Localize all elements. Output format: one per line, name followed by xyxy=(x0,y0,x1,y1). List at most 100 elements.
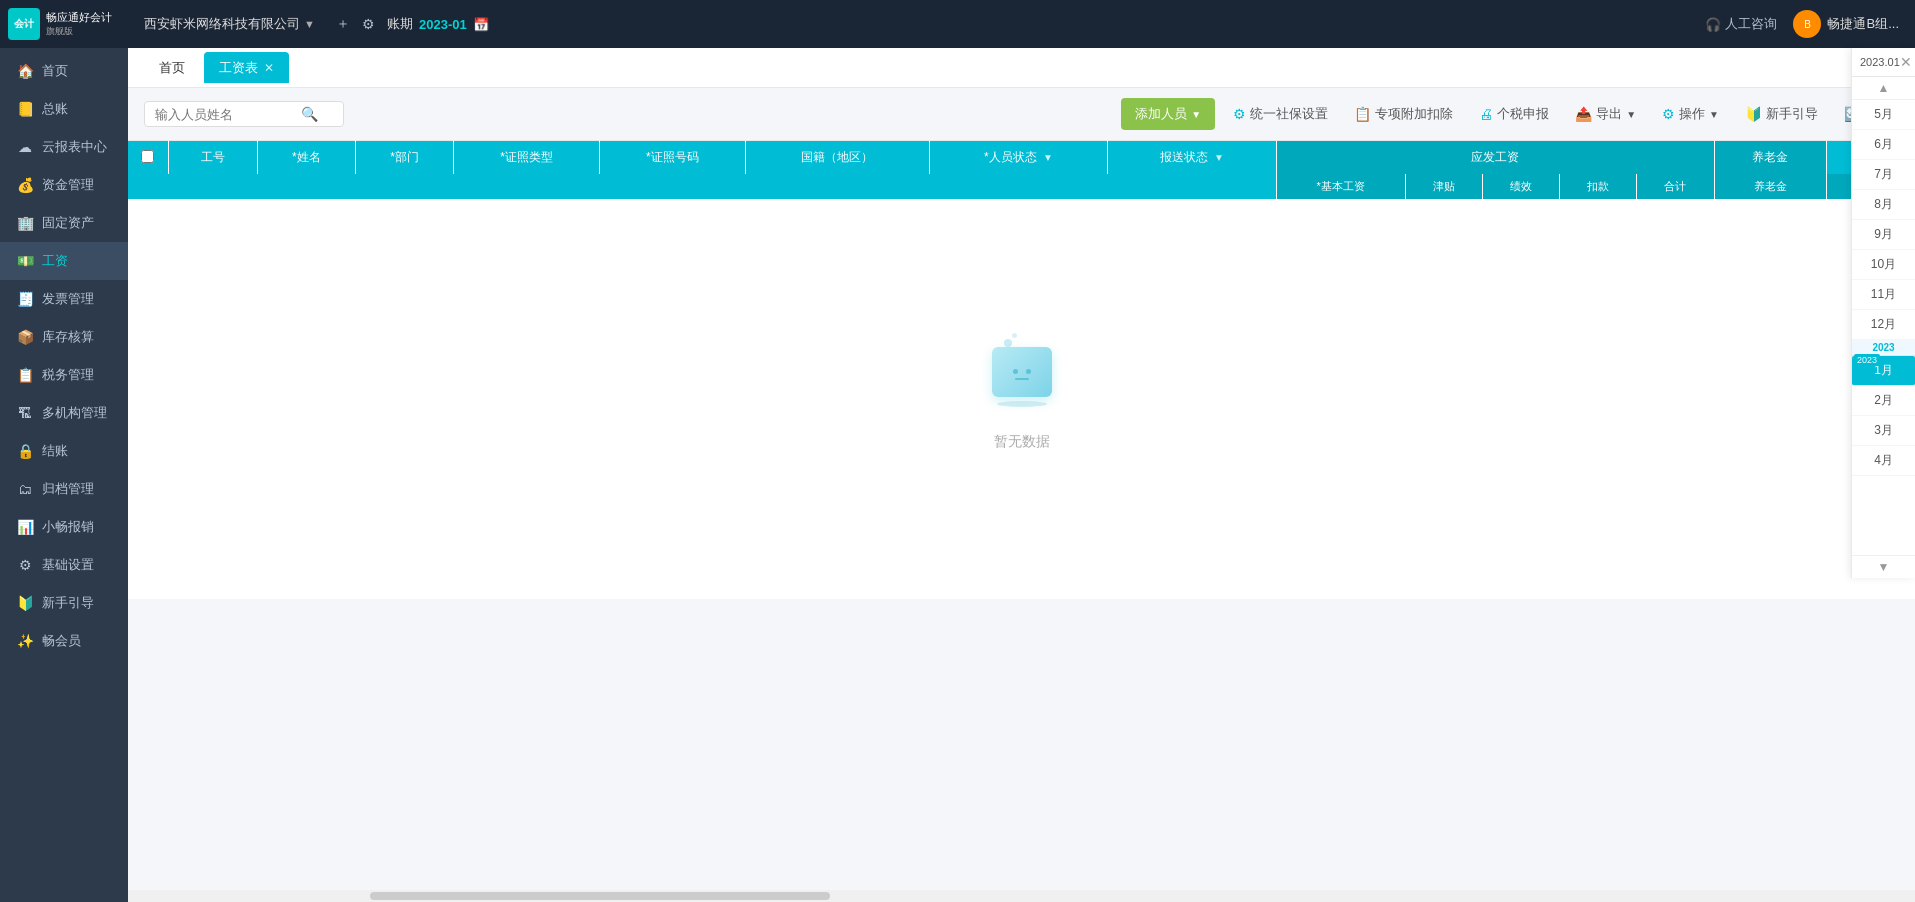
month-item-2[interactable]: 2月 xyxy=(1852,386,1915,416)
month-item-7[interactable]: 7月 xyxy=(1852,160,1915,190)
sidebar-item-multi-org[interactable]: 🏗 多机构管理 xyxy=(0,394,128,432)
smoke-dot-1 xyxy=(1004,339,1012,347)
month-item-10[interactable]: 10月 xyxy=(1852,250,1915,280)
empty-text: 暂无数据 xyxy=(994,433,1050,451)
scrollbar-thumb[interactable] xyxy=(370,892,830,900)
status-filter-icon[interactable]: ▼ xyxy=(1043,152,1053,163)
tab-home-label: 首页 xyxy=(159,59,185,77)
sidebar-item-invoice[interactable]: 🧾 发票管理 xyxy=(0,280,128,318)
tab-home[interactable]: 首页 xyxy=(144,52,200,83)
sidebar-item-label: 云报表中心 xyxy=(42,138,107,156)
sidebar-item-cloud-report[interactable]: ☁ 云报表中心 xyxy=(0,128,128,166)
date-panel-close-button[interactable]: ✕ xyxy=(1900,54,1912,70)
app-name: 畅应通好会计 xyxy=(46,10,112,24)
sidebar-item-label: 固定资产 xyxy=(42,214,94,232)
logo-icon: 会计 xyxy=(8,8,40,40)
month-item-12[interactable]: 12月 xyxy=(1852,310,1915,340)
period-label: 账期 xyxy=(387,15,413,33)
cube-face xyxy=(1002,357,1042,392)
date-panel: 2023.01 ✕ ⤢ ▲ 5月 6月 7月 8月 9月 10月 11月 12 xyxy=(1851,48,1915,578)
company-selector[interactable]: 西安虾米网络科技有限公司 ▼ xyxy=(144,15,324,33)
social-label: 统一社保设置 xyxy=(1250,105,1328,123)
ops-label: 操作 xyxy=(1679,105,1705,123)
export-arrow-icon: ▼ xyxy=(1626,109,1636,120)
sidebar-item-vip[interactable]: ✨ 畅会员 xyxy=(0,622,128,660)
report-filter-icon[interactable]: ▼ xyxy=(1214,152,1224,163)
sidebar-item-expense[interactable]: 📊 小畅报销 xyxy=(0,508,128,546)
month-item-6[interactable]: 6月 xyxy=(1852,130,1915,160)
chevron-down-icon: ▼ xyxy=(1878,560,1890,574)
sidebar-item-label: 库存核算 xyxy=(42,328,94,346)
date-scroll-up-button[interactable]: ▲ xyxy=(1852,77,1915,100)
select-all-checkbox[interactable] xyxy=(141,150,154,163)
social-insurance-button[interactable]: ⚙ 统一社保设置 xyxy=(1225,100,1336,128)
tab-salary-table[interactable]: 工资表 ✕ xyxy=(204,52,289,83)
add-employee-button[interactable]: 添加人员 ▼ xyxy=(1121,98,1215,130)
export-label: 导出 xyxy=(1596,105,1622,123)
calendar-icon[interactable]: 📅 xyxy=(473,17,489,32)
empty-icon xyxy=(982,347,1062,417)
month-item-9[interactable]: 9月 xyxy=(1852,220,1915,250)
month-item-4[interactable]: 4月 xyxy=(1852,446,1915,476)
sidebar-item-guide[interactable]: 🔰 新手引导 xyxy=(0,584,128,622)
tab-close-icon[interactable]: ✕ xyxy=(264,61,274,75)
year-2023-badge: 2023 xyxy=(1854,354,1880,366)
invoice-icon: 🧾 xyxy=(16,290,34,308)
sidebar-item-fund[interactable]: 💰 资金管理 xyxy=(0,166,128,204)
add-dropdown-icon: ▼ xyxy=(1191,109,1201,120)
add-company-button[interactable]: ＋ xyxy=(336,15,350,33)
th-status: *人员状态 ▼ xyxy=(929,141,1107,174)
company-name: 西安虾米网络科技有限公司 xyxy=(144,15,300,33)
settings-button[interactable]: ⚙ xyxy=(362,16,375,32)
sidebar-item-settings[interactable]: ⚙ 基础设置 xyxy=(0,546,128,584)
app-edition: 旗舰版 xyxy=(46,25,112,38)
month-item-1-active[interactable]: 2023 1月 xyxy=(1852,356,1915,386)
th-name: *姓名 xyxy=(257,141,355,174)
smoke-dot-2 xyxy=(1012,333,1017,338)
personal-tax-button[interactable]: 🖨 个税申报 xyxy=(1471,100,1557,128)
user-menu[interactable]: B 畅捷通B组... xyxy=(1793,10,1899,38)
th-pension: 养老金 xyxy=(1714,141,1827,174)
sidebar-item-ledger[interactable]: 📒 总账 xyxy=(0,90,128,128)
vip-icon: ✨ xyxy=(16,632,34,650)
th-id-type: *证照类型 xyxy=(454,141,600,174)
sidebar-item-fixed-asset[interactable]: 🏢 固定资产 xyxy=(0,204,128,242)
sidebar-item-close[interactable]: 🔒 结账 xyxy=(0,432,128,470)
operations-button[interactable]: ⚙ 操作 ▼ xyxy=(1654,100,1727,128)
th-department: *部门 xyxy=(355,141,453,174)
deduction-label: 专项附加扣除 xyxy=(1375,105,1453,123)
horizontal-scrollbar[interactable] xyxy=(128,890,1915,902)
sidebar-item-label: 多机构管理 xyxy=(42,404,107,422)
plus-icon: ＋ xyxy=(336,15,350,33)
special-deduction-button[interactable]: 📋 专项附加扣除 xyxy=(1346,100,1461,128)
sidebar-item-label: 工资 xyxy=(42,252,68,270)
guide-button[interactable]: 🔰 新手引导 xyxy=(1737,100,1826,128)
tax-icon: 📋 xyxy=(16,366,34,384)
month-item-11[interactable]: 11月 xyxy=(1852,280,1915,310)
date-panel-period: 2023.01 xyxy=(1860,56,1900,68)
sidebar-item-inventory[interactable]: 📦 库存核算 xyxy=(0,318,128,356)
month-item-5[interactable]: 5月 xyxy=(1852,100,1915,130)
select-all-th xyxy=(128,141,168,174)
month-label: 9月 xyxy=(1874,226,1893,243)
th-total: 合计 xyxy=(1637,174,1714,199)
month-item-3[interactable]: 3月 xyxy=(1852,416,1915,446)
sidebar-item-label: 发票管理 xyxy=(42,290,94,308)
inventory-icon: 📦 xyxy=(16,328,34,346)
month-item-8[interactable]: 8月 xyxy=(1852,190,1915,220)
face-eyes xyxy=(1013,369,1031,374)
date-scroll-down-button[interactable]: ▼ xyxy=(1852,555,1915,578)
sidebar-item-archive[interactable]: 🗂 归档管理 xyxy=(0,470,128,508)
support-button[interactable]: 🎧 人工咨询 xyxy=(1705,15,1777,33)
social-icon: ⚙ xyxy=(1233,106,1246,122)
sidebar-item-label: 归档管理 xyxy=(42,480,94,498)
empty-state: 暂无数据 xyxy=(128,199,1915,599)
sidebar-item-label: 税务管理 xyxy=(42,366,94,384)
th-allowance: 津贴 xyxy=(1405,174,1482,199)
sidebar-item-tax[interactable]: 📋 税务管理 xyxy=(0,356,128,394)
export-button[interactable]: 📤 导出 ▼ xyxy=(1567,100,1644,128)
sidebar-item-salary[interactable]: 💵 工资 xyxy=(0,242,128,280)
month-label: 10月 xyxy=(1871,256,1896,273)
sidebar-item-home[interactable]: 🏠 首页 xyxy=(0,52,128,90)
search-input[interactable] xyxy=(155,107,295,122)
